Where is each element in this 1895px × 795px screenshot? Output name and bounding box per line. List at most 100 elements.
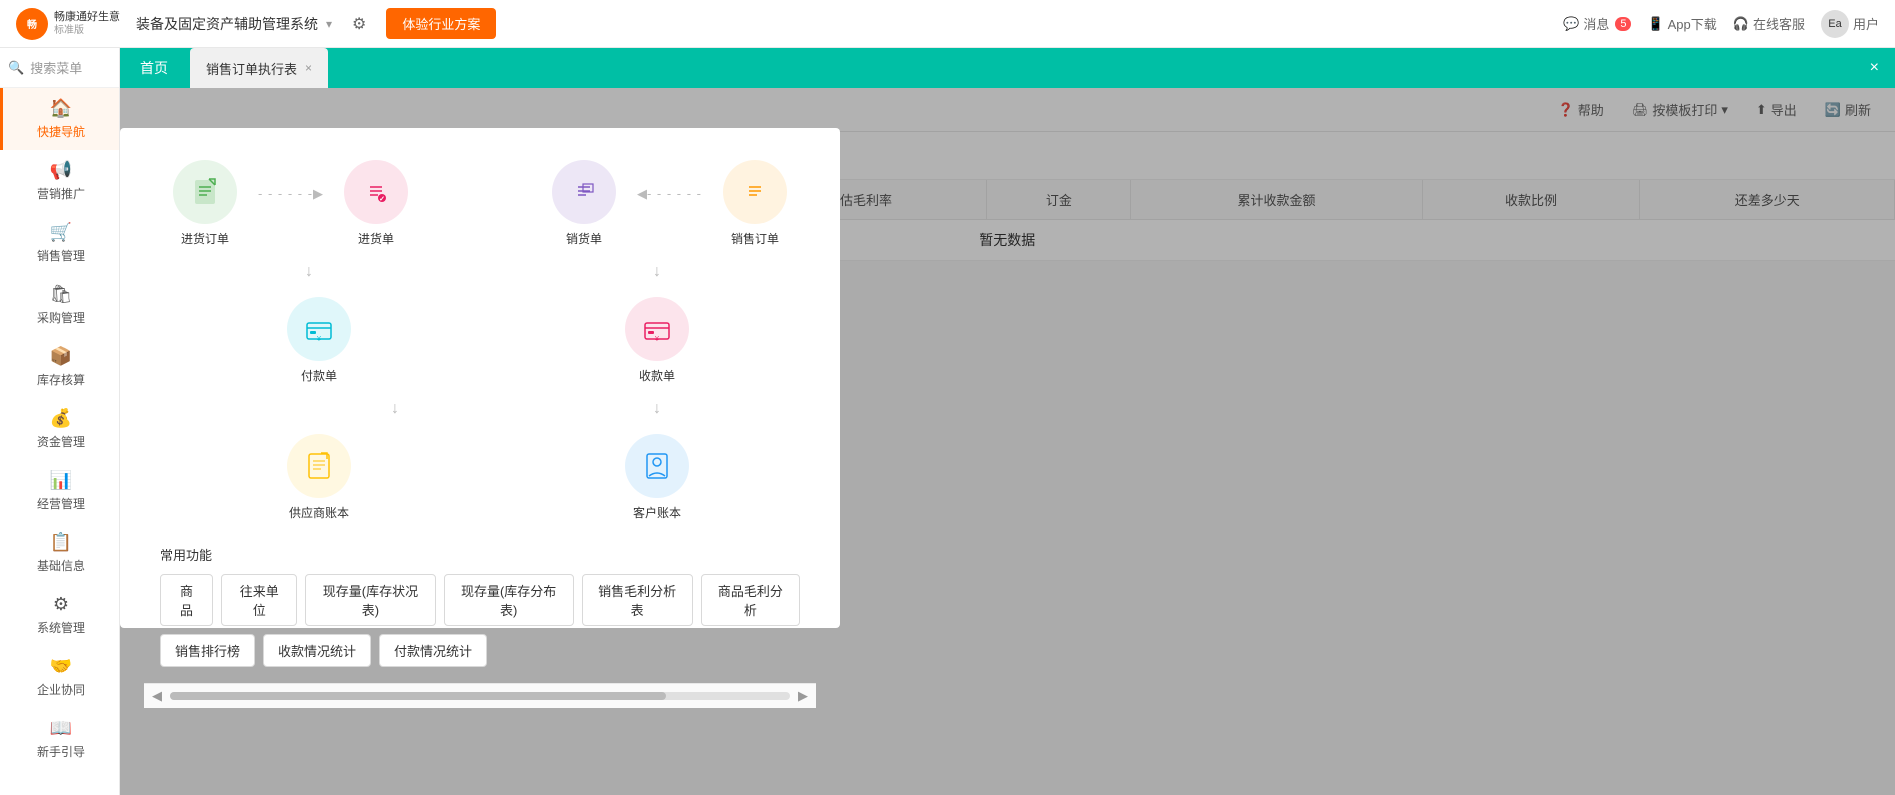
sidebar-item-marketing[interactable]: 📢 营销推广 [0,150,119,212]
operation-icon: 📊 [50,470,72,491]
sidebar-item-purchase[interactable]: 🛍 采购管理 [0,274,119,336]
func-btn-现存量(库存分布表)[interactable]: 现存量(库存分布表) [444,574,574,626]
flow-node-sales-order: 销售订单 [710,160,800,247]
sidebar-item-finance[interactable]: 💰 资金管理 [0,398,119,460]
avatar: Ea [1821,10,1849,38]
sidebar-item-system[interactable]: ⚙ 系统管理 [0,584,119,646]
app-download-item[interactable]: 📱 App下载 [1647,14,1716,33]
arrow-purchase-order-to-bill: - - - - - - ▶ [258,186,323,202]
func-btn-付款情况统计[interactable]: 付款情况统计 [379,634,487,667]
svg-text:✓: ✓ [379,196,385,203]
svg-text:¥: ¥ [317,336,321,343]
func-btn-商品[interactable]: 商品 [160,574,213,626]
payment-circle[interactable]: ¥ [287,297,351,361]
flow-node-payment: ¥ 付款单 [274,297,364,384]
tab-bar: 首页 销售订单执行表 × × [120,48,1895,88]
system-title-area: 装备及固定资产辅助管理系统 ▾ ⚙ 体验行业方案 [136,8,1563,39]
purchase-bill-circle[interactable]: ✓ [344,160,408,224]
header-right: 💬 消息 5 📱 App下载 🎧 在线客服 Ea 用户 [1563,10,1879,38]
supplier-account-circle[interactable] [287,434,351,498]
flow-row-3: 供应商账本 客户账本 [160,434,800,521]
purchase-order-circle[interactable] [173,160,237,224]
payment-label: 付款单 [301,367,337,384]
sidebar: 🔍 搜索菜单 🏠 快捷导航 📢 营销推广 🛒 销售管理 🛍 采购管理 📦 库存核… [0,48,120,795]
finance-icon: 💰 [50,408,72,429]
trial-button[interactable]: 体验行业方案 [386,8,496,39]
message-badge: 5 [1615,17,1631,31]
common-functions-title: 常用功能 [160,545,800,564]
scroll-right-arrow[interactable]: ▶ [798,688,808,704]
guide-icon: 📖 [50,718,72,739]
flow-row-1: 进货订单 - - - - - - ▶ ✓ [160,160,800,247]
func-btn-现存量(库存状况表)[interactable]: 现存量(库存状况表) [305,574,435,626]
customer-account-circle[interactable] [625,434,689,498]
svg-text:¥: ¥ [655,336,659,343]
tab-bar-close-icon[interactable]: × [1854,59,1895,77]
marketing-icon: 📢 [50,160,72,181]
func-btn-商品毛利分析[interactable]: 商品毛利分析 [701,574,800,626]
tab-close-icon[interactable]: × [305,61,312,75]
tab-sales-execution[interactable]: 销售订单执行表 × [190,48,328,88]
logo-text: 畅康通好生意 标准版 [54,10,120,37]
arrow-sales-order-to-bill: ◀ - - - - - - [637,186,702,202]
headset-icon: 🎧 [1733,16,1749,32]
sidebar-search[interactable]: 🔍 搜索菜单 [0,48,119,88]
sidebar-item-operation[interactable]: 📊 经营管理 [0,460,119,522]
message-icon: 💬 [1563,16,1579,32]
down-arrow-receipt: ↓ [612,400,702,418]
customer-account-label: 客户账本 [633,504,681,521]
settings-icon[interactable]: ⚙ [352,14,366,34]
purchase-icon: 🛍 [50,284,73,305]
modal-overlay: 进货订单 - - - - - - ▶ ✓ [120,88,1895,795]
sidebar-item-sales[interactable]: 🛒 销售管理 [0,212,119,274]
sales-bill-circle[interactable] [552,160,616,224]
flow-row-arrows-down-2: ↓ ↓ [160,400,800,418]
search-icon: 🔍 [8,60,24,76]
purchase-order-label: 进货订单 [181,230,229,247]
flow-node-purchase-order: 进货订单 [160,160,250,247]
scrollbar-hint: ◀ ▶ [144,683,816,708]
modal-box: 进货订单 - - - - - - ▶ ✓ [120,128,840,628]
online-service-item[interactable]: 🎧 在线客服 [1733,14,1805,33]
system-icon: ⚙ [53,594,69,615]
down-arrow-sales: ↓ [612,263,702,281]
svg-text:畅: 畅 [27,18,37,31]
content-area: ❓ 帮助 🖨 按模板打印 ▾ ⬆ 导出 🔄 刷新 [120,88,1895,795]
scrollbar-track [170,692,790,700]
user-item[interactable]: Ea 用户 [1821,10,1879,38]
sales-order-circle[interactable] [723,160,787,224]
system-title-text: 装备及固定资产辅助管理系统 [136,14,318,34]
sidebar-item-quick-nav[interactable]: 🏠 快捷导航 [0,88,119,150]
home-icon: 🏠 [50,98,72,119]
func-btn-销售毛利分析表[interactable]: 销售毛利分析表 [582,574,693,626]
sidebar-item-enterprise[interactable]: 🤝 企业协同 [0,646,119,708]
scroll-left-arrow[interactable]: ◀ [152,688,162,704]
supplier-account-label: 供应商账本 [289,504,349,521]
tab-home[interactable]: 首页 [120,48,188,88]
system-dropdown-arrow[interactable]: ▾ [326,17,332,31]
logo-area: 畅 畅康通好生意 标准版 [16,8,136,40]
func-btn-销售排行榜[interactable]: 销售排行榜 [160,634,255,667]
down-arrow-purchase: ↓ [264,263,354,281]
func-btn-收款情况统计[interactable]: 收款情况统计 [263,634,371,667]
main-layout: 🔍 搜索菜单 🏠 快捷导航 📢 营销推广 🛒 销售管理 🛍 采购管理 📦 库存核… [0,48,1895,795]
flow-row-2: ¥ 付款单 ¥ 收款单 [160,297,800,384]
receipt-circle[interactable]: ¥ [625,297,689,361]
enterprise-icon: 🤝 [50,656,72,677]
receipt-label: 收款单 [639,367,675,384]
flow-row-arrows-down: ↓ ↓ [160,263,800,281]
common-functions: 常用功能 商品往来单位现存量(库存状况表)现存量(库存分布表)销售毛利分析表商品… [144,529,816,683]
flow-node-receipt: ¥ 收款单 [612,297,702,384]
sales-order-label: 销售订单 [731,230,779,247]
flow-node-customer-account: 客户账本 [612,434,702,521]
func-buttons: 商品往来单位现存量(库存状况表)现存量(库存分布表)销售毛利分析表商品毛利分析销… [160,574,800,667]
sidebar-item-basic-info[interactable]: 📋 基础信息 [0,522,119,584]
message-item[interactable]: 💬 消息 5 [1563,14,1631,33]
sidebar-item-inventory[interactable]: 📦 库存核算 [0,336,119,398]
flow-node-purchase-bill: ✓ 进货单 [331,160,421,247]
flow-node-supplier-account: 供应商账本 [274,434,364,521]
sidebar-item-guide[interactable]: 📖 新手引导 [0,708,119,770]
inventory-icon: 📦 [50,346,72,367]
func-btn-往来单位[interactable]: 往来单位 [221,574,297,626]
purchase-bill-label: 进货单 [358,230,394,247]
